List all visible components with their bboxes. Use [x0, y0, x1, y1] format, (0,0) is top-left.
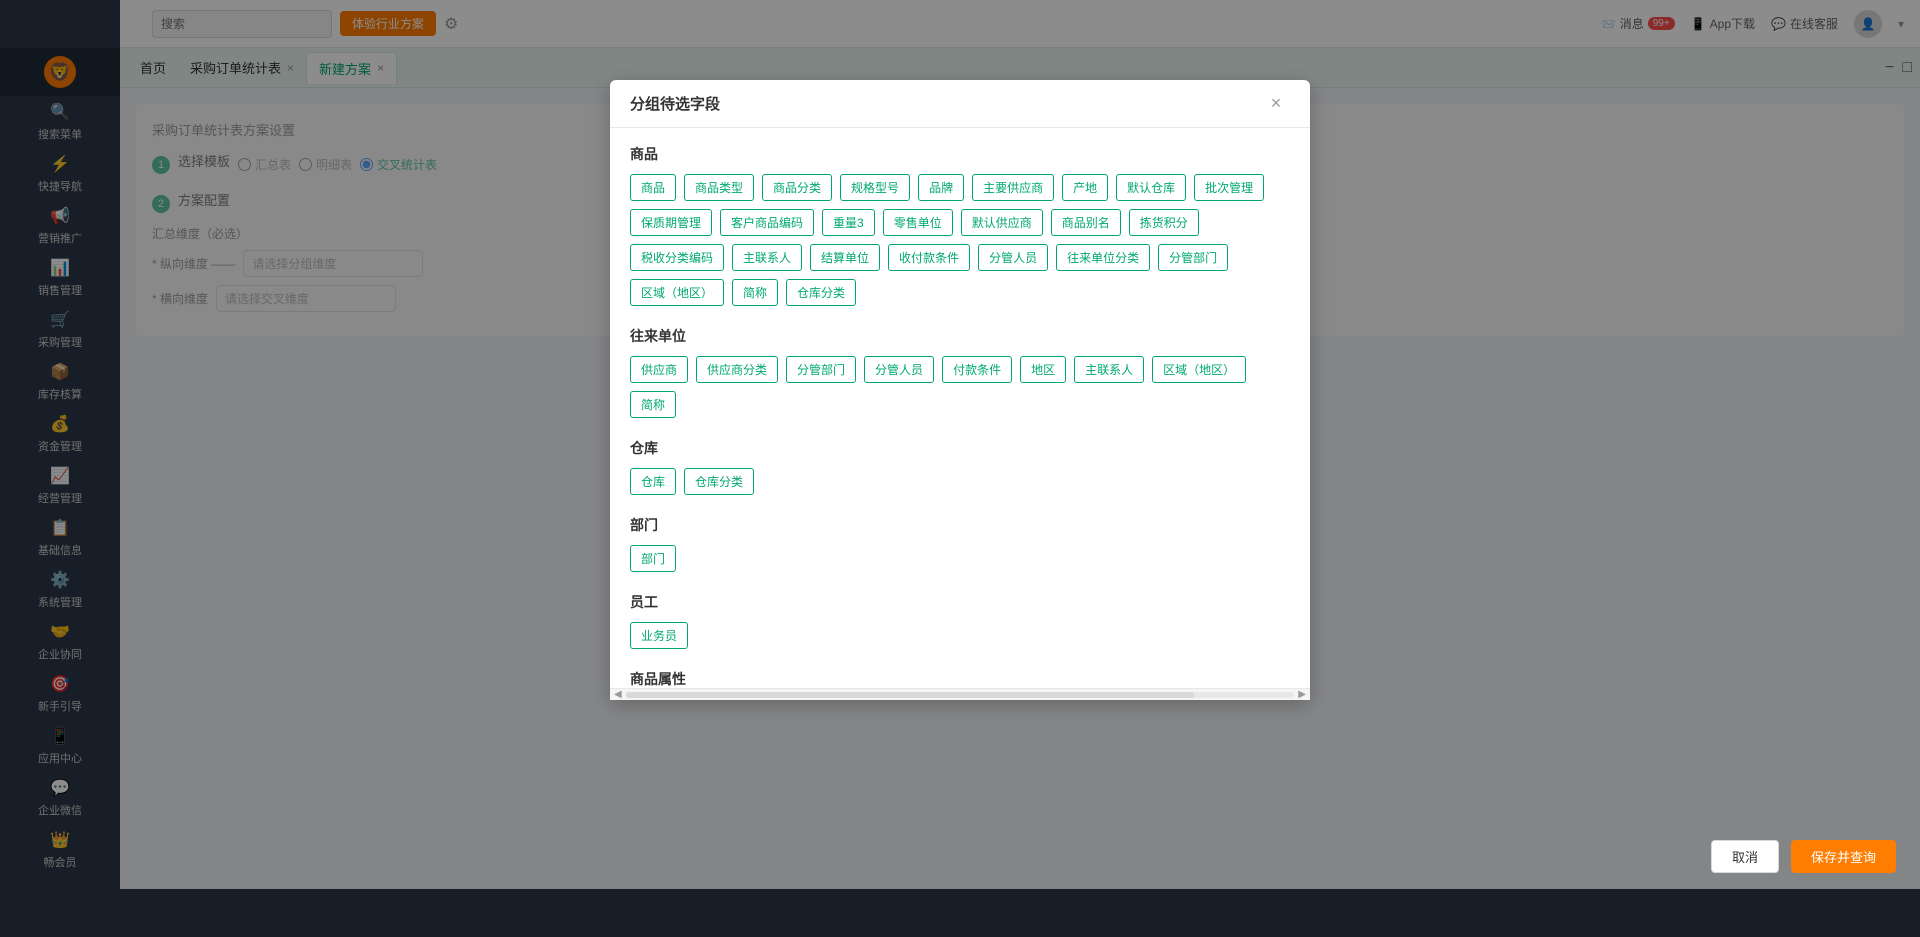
modal-overlay: 分组待选字段 × 商品商品商品类型商品分类规格型号品牌主要供应商产地默认仓库批次… [0, 0, 1920, 937]
field-tag-product-13[interactable]: 默认供应商 [961, 209, 1043, 236]
section-title-employee: 员工 [630, 592, 1290, 612]
section-warehouse: 仓库仓库仓库分类 [630, 438, 1290, 495]
field-tag-partner-3[interactable]: 分管人员 [864, 356, 934, 383]
field-grid-warehouse: 仓库仓库分类 [630, 468, 1290, 495]
field-grid-product: 商品商品类型商品分类规格型号品牌主要供应商产地默认仓库批次管理保质期管理客户商品… [630, 174, 1290, 306]
field-tag-partner-5[interactable]: 地区 [1020, 356, 1066, 383]
field-tag-partner-7[interactable]: 区域（地区） [1152, 356, 1246, 383]
field-tag-partner-0[interactable]: 供应商 [630, 356, 688, 383]
field-tag-product-3[interactable]: 规格型号 [840, 174, 910, 201]
field-tag-product-8[interactable]: 批次管理 [1194, 174, 1264, 201]
modal-body[interactable]: 商品商品商品类型商品分类规格型号品牌主要供应商产地默认仓库批次管理保质期管理客户… [610, 128, 1310, 688]
field-tag-warehouse-1[interactable]: 仓库分类 [684, 468, 754, 495]
field-tag-warehouse-0[interactable]: 仓库 [630, 468, 676, 495]
field-tag-product-9[interactable]: 保质期管理 [630, 209, 712, 236]
section-title-product-attr: 商品属性 [630, 669, 1290, 688]
section-title-department: 部门 [630, 515, 1290, 535]
field-tag-partner-1[interactable]: 供应商分类 [696, 356, 778, 383]
section-product: 商品商品商品类型商品分类规格型号品牌主要供应商产地默认仓库批次管理保质期管理客户… [630, 144, 1290, 306]
field-grid-employee: 业务员 [630, 622, 1290, 649]
field-tag-product-7[interactable]: 默认仓库 [1116, 174, 1186, 201]
field-tag-partner-6[interactable]: 主联系人 [1074, 356, 1144, 383]
section-title-product: 商品 [630, 144, 1290, 164]
field-tag-product-10[interactable]: 客户商品编码 [720, 209, 814, 236]
field-tag-product-25[interactable]: 仓库分类 [786, 279, 856, 306]
section-department: 部门部门 [630, 515, 1290, 572]
field-grid-department: 部门 [630, 545, 1290, 572]
modal-footer: 取消 保存并查询 [1687, 824, 1920, 889]
field-tag-product-11[interactable]: 重量3 [822, 209, 875, 236]
field-tag-product-23[interactable]: 区域（地区） [630, 279, 724, 306]
field-tag-product-22[interactable]: 分管部门 [1158, 244, 1228, 271]
field-tag-product-15[interactable]: 拣货积分 [1129, 209, 1199, 236]
field-tag-product-6[interactable]: 产地 [1062, 174, 1108, 201]
field-tag-partner-4[interactable]: 付款条件 [942, 356, 1012, 383]
section-product-attr: 商品属性属性颜色多规格尺码鞋码1 [630, 669, 1290, 688]
field-tag-employee-0[interactable]: 业务员 [630, 622, 688, 649]
save-query-button[interactable]: 保存并查询 [1791, 840, 1896, 873]
field-tag-partner-2[interactable]: 分管部门 [786, 356, 856, 383]
field-tag-product-0[interactable]: 商品 [630, 174, 676, 201]
field-tag-product-2[interactable]: 商品分类 [762, 174, 832, 201]
field-tag-product-24[interactable]: 简称 [732, 279, 778, 306]
modal-title: 分组待选字段 [630, 93, 720, 114]
section-employee: 员工业务员 [630, 592, 1290, 649]
field-tag-product-17[interactable]: 主联系人 [732, 244, 802, 271]
section-title-partner: 往来单位 [630, 326, 1290, 346]
field-tag-department-0[interactable]: 部门 [630, 545, 676, 572]
field-tag-product-16[interactable]: 税收分类编码 [630, 244, 724, 271]
modal-close-btn[interactable]: × [1262, 90, 1290, 118]
modal-header: 分组待选字段 × [610, 80, 1310, 128]
section-title-warehouse: 仓库 [630, 438, 1290, 458]
modal-horizontal-scrollbar[interactable]: ◀ ▶ [610, 688, 1310, 700]
field-tag-product-19[interactable]: 收付款条件 [888, 244, 970, 271]
field-tag-product-12[interactable]: 零售单位 [883, 209, 953, 236]
field-tag-product-14[interactable]: 商品别名 [1051, 209, 1121, 236]
field-grid-partner: 供应商供应商分类分管部门分管人员付款条件地区主联系人区域（地区） 简称 [630, 356, 1290, 418]
field-tag-product-5[interactable]: 主要供应商 [972, 174, 1054, 201]
field-tag-product-21[interactable]: 往来单位分类 [1056, 244, 1150, 271]
field-tag-product-1[interactable]: 商品类型 [684, 174, 754, 201]
field-tag-product-20[interactable]: 分管人员 [978, 244, 1048, 271]
field-tag-partner-8[interactable]: 简称 [630, 391, 676, 418]
section-partner: 往来单位供应商供应商分类分管部门分管人员付款条件地区主联系人区域（地区） 简称 [630, 326, 1290, 418]
field-tag-product-4[interactable]: 品牌 [918, 174, 964, 201]
group-field-modal: 分组待选字段 × 商品商品商品类型商品分类规格型号品牌主要供应商产地默认仓库批次… [610, 80, 1310, 700]
field-tag-product-18[interactable]: 结算单位 [810, 244, 880, 271]
cancel-button[interactable]: 取消 [1711, 840, 1779, 873]
